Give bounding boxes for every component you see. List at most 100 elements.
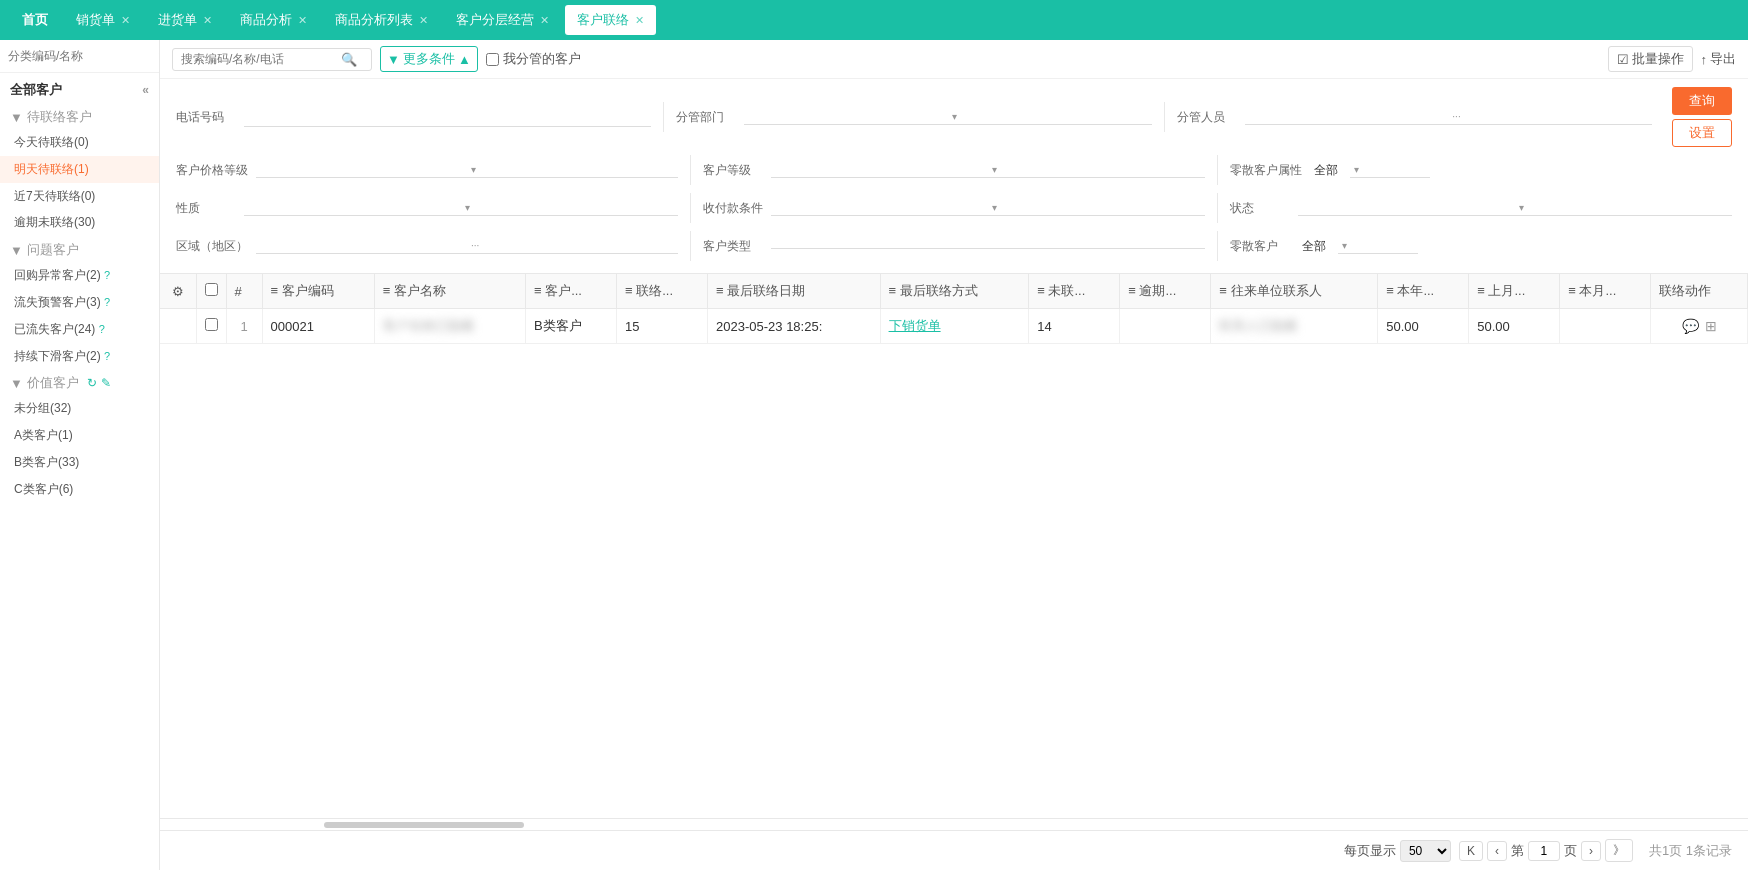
price-level-label: 客户价格等级 [176, 162, 248, 179]
prev-page-button[interactable]: ‹ [1487, 841, 1507, 861]
sidebar-item-churn-warn[interactable]: 流失预警客户(3) ? [0, 289, 159, 316]
more-conditions-button[interactable]: ▼ 更多条件 ▲ [380, 46, 478, 72]
nav-home[interactable]: 首页 [10, 5, 60, 35]
customer-level-arrow-icon: ▾ [988, 162, 1205, 177]
batch-op-button[interactable]: ☑ 批量操作 [1608, 46, 1693, 72]
th-last-contact-date[interactable]: ≡ 最后联络日期 [708, 274, 881, 309]
sidebar-item-today[interactable]: 今天待联络(0) [0, 129, 159, 156]
price-level-select[interactable]: ▾ [256, 162, 678, 178]
query-button[interactable]: 查询 [1672, 87, 1732, 115]
td-name[interactable]: 客户名称已隐藏 [374, 309, 525, 344]
filter-row-3: 性质 ▾ 收付款条件 ▾ 状态 [176, 193, 1732, 223]
all-customers-header[interactable]: 全部客户 « [0, 73, 159, 103]
th-last-contact-way[interactable]: ≡ 最后联络方式 [880, 274, 1029, 309]
set-button[interactable]: 设置 [1672, 119, 1732, 147]
export-button[interactable]: ↑ 导出 [1701, 50, 1737, 68]
th-customer-type[interactable]: ≡ 客户... [525, 274, 616, 309]
page-size-select-wrap: 每页显示 50 100 200 [1344, 840, 1451, 862]
td-contact: 15 [616, 309, 707, 344]
nav-product-analysis-list[interactable]: 商品分析列表 ✕ [323, 5, 440, 35]
th-name[interactable]: ≡ 客户名称 [374, 274, 525, 309]
filter-search-input[interactable] [181, 52, 341, 66]
th-last-month[interactable]: ≡ 上月... [1469, 274, 1560, 309]
nav-customer-contact-close[interactable]: ✕ [635, 14, 644, 27]
select-all-checkbox[interactable] [205, 283, 218, 296]
region-select[interactable]: ··· [256, 238, 678, 254]
my-customers-checkbox-wrap[interactable]: 我分管的客户 [486, 50, 581, 68]
qr-icon[interactable]: ⊞ [1705, 318, 1717, 334]
sidebar-group-value[interactable]: ▼ 价值客户 ↻ ✎ [0, 369, 159, 395]
nav-customer-tier[interactable]: 客户分层经营 ✕ [444, 5, 561, 35]
filter-search-icon[interactable]: 🔍 [341, 52, 357, 67]
th-code[interactable]: ≡ 客户编码 [262, 274, 374, 309]
nature-arrow-icon: ▾ [461, 200, 678, 215]
nav-purchase-close[interactable]: ✕ [203, 14, 212, 27]
sidebar-item-tomorrow[interactable]: 明天待联络(1) [0, 156, 159, 183]
page-number-input[interactable] [1528, 841, 1560, 861]
refresh-icon[interactable]: ↻ [87, 376, 97, 390]
td-last-contact-way[interactable]: 下销货单 [880, 309, 1029, 344]
last-contact-way-link[interactable]: 下销货单 [889, 318, 941, 333]
filter-row-4: 区域（地区） ··· 客户类型 零散客户 全部 [176, 231, 1732, 261]
th-this-year[interactable]: ≡ 本年... [1378, 274, 1469, 309]
customer-type-select[interactable] [771, 244, 1205, 249]
dept-select[interactable]: ▾ [744, 109, 1151, 125]
th-unit-contact[interactable]: ≡ 往来单位联系人 [1211, 274, 1378, 309]
collapse-icon[interactable]: « [142, 83, 149, 97]
phone-input[interactable] [244, 108, 651, 127]
nav-purchase[interactable]: 进货单 ✕ [146, 5, 224, 35]
content-area: 🔍 ▼ 更多条件 ▲ 我分管的客户 ☑ 批量操作 ↑ 导出 [160, 40, 1748, 870]
th-overdue[interactable]: ≡ 逾期... [1120, 274, 1211, 309]
my-customers-checkbox[interactable] [486, 53, 499, 66]
nav-sales[interactable]: 销货单 ✕ [64, 5, 142, 35]
divider-2 [1164, 102, 1165, 132]
nav-product-analysis[interactable]: 商品分析 ✕ [228, 5, 319, 35]
sidebar-item-7days[interactable]: 近7天待联络(0) [0, 183, 159, 210]
customer-level-select[interactable]: ▾ [771, 162, 1205, 178]
sidebar-item-class-b[interactable]: B类客户(33) [0, 449, 159, 476]
th-contact[interactable]: ≡ 联络... [616, 274, 707, 309]
th-not-contact[interactable]: ≡ 未联... [1029, 274, 1120, 309]
status-select[interactable]: ▾ [1298, 200, 1732, 216]
sidebar-group-pending[interactable]: ▼ 待联络客户 [0, 103, 159, 129]
nav-product-analysis-close[interactable]: ✕ [298, 14, 307, 27]
retail-arrow-icon: ▾ [1338, 238, 1418, 253]
sidebar-item-churned[interactable]: 已流失客户(24) ? [0, 316, 159, 343]
retail-attr-select[interactable]: ▾ [1350, 162, 1430, 178]
first-page-button[interactable]: K [1459, 841, 1483, 861]
manager-select[interactable]: ··· [1245, 109, 1652, 125]
td-code[interactable]: 000021 [262, 309, 374, 344]
chat-icon[interactable]: 💬 [1682, 318, 1699, 334]
sidebar-search-input[interactable] [8, 49, 158, 63]
sidebar-item-class-a[interactable]: A类客户(1) [0, 422, 159, 449]
edit-icon[interactable]: ✎ [101, 376, 111, 390]
row-checkbox[interactable] [205, 318, 218, 331]
sidebar-group-problem[interactable]: ▼ 问题客户 [0, 236, 159, 262]
filter-field-manager: 分管人员 ··· [1177, 109, 1652, 126]
td-not-contact: 14 [1029, 309, 1120, 344]
th-this-month[interactable]: ≡ 本月... [1560, 274, 1651, 309]
nav-sales-close[interactable]: ✕ [121, 14, 130, 27]
sidebar-item-class-c[interactable]: C类客户(6) [0, 476, 159, 503]
sidebar-item-overdue[interactable]: 逾期未联络(30) [0, 209, 159, 236]
next-page-button[interactable]: › [1581, 841, 1601, 861]
retail-attr-label: 零散客户属性 [1230, 162, 1302, 179]
payment-select[interactable]: ▾ [771, 200, 1205, 216]
filter-bar: 🔍 ▼ 更多条件 ▲ 我分管的客户 ☑ 批量操作 ↑ 导出 [160, 40, 1748, 79]
sidebar-item-abnormal[interactable]: 回购异常客户(2) ? [0, 262, 159, 289]
horizontal-scrollbar[interactable] [160, 818, 1748, 830]
retail-value: 全部 [1302, 238, 1326, 255]
last-page-button[interactable]: 》 [1605, 839, 1633, 862]
td-last-contact-date: 2023-05-23 18:25: [708, 309, 881, 344]
nav-product-analysis-list-close[interactable]: ✕ [419, 14, 428, 27]
nav-customer-contact[interactable]: 客户联络 ✕ [565, 5, 656, 35]
retail-select[interactable]: ▾ [1338, 238, 1418, 254]
nav-customer-tier-close[interactable]: ✕ [540, 14, 549, 27]
sidebar-item-declining[interactable]: 持续下滑客户(2) ? [0, 343, 159, 370]
sidebar-item-ungrouped[interactable]: 未分组(32) [0, 395, 159, 422]
divider-5 [690, 193, 691, 223]
th-gear[interactable]: ⚙ [160, 274, 196, 309]
nature-select[interactable]: ▾ [244, 200, 678, 216]
page-size-select[interactable]: 50 100 200 [1400, 840, 1451, 862]
scrollbar-thumb[interactable] [324, 822, 524, 828]
